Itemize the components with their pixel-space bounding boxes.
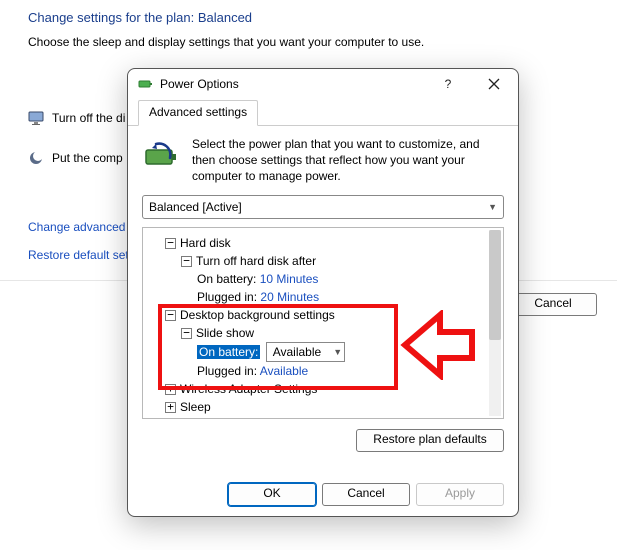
settings-tree: −Hard disk −Turn off hard disk after On … <box>142 227 504 419</box>
cancel-button[interactable]: Cancel <box>322 483 410 506</box>
tree-hd-on-battery[interactable]: On battery: 10 Minutes <box>197 270 503 288</box>
change-advanced-link[interactable]: Change advanced <box>28 220 129 234</box>
put-sleep-label: Put the comp <box>52 151 123 165</box>
turn-off-display-label: Turn off the di <box>52 111 125 125</box>
page-title: Change settings for the plan: Balanced <box>28 10 589 25</box>
help-button[interactable]: ? <box>428 70 468 98</box>
close-icon <box>488 78 500 90</box>
plan-dropdown-value: Balanced [Active] <box>149 200 242 214</box>
hd-plugged-value[interactable]: 20 Minutes <box>260 290 319 304</box>
dialog-titlebar: Power Options ? <box>128 69 518 99</box>
tree-scrollbar[interactable] <box>489 230 501 416</box>
tree-desktop-bg[interactable]: −Desktop background settings −Slide show… <box>165 306 503 380</box>
dialog-intro: Select the power plan that you want to c… <box>192 136 504 185</box>
collapse-icon[interactable]: − <box>181 256 192 267</box>
tab-bar: Advanced settings <box>128 99 518 126</box>
hd-on-battery-value[interactable]: 10 Minutes <box>260 272 319 286</box>
tree-sleep[interactable]: +Sleep <box>165 398 503 416</box>
battery-icon <box>138 76 154 92</box>
collapse-icon[interactable]: − <box>165 310 176 321</box>
background-cancel-button[interactable]: Cancel <box>509 293 597 316</box>
tree-hard-disk[interactable]: −Hard disk −Turn off hard disk after On … <box>165 234 503 306</box>
ok-button[interactable]: OK <box>228 483 316 506</box>
power-plan-icon <box>142 136 182 185</box>
ss-on-battery-combo[interactable]: Available ▼ <box>266 342 345 362</box>
collapse-icon[interactable]: − <box>181 328 192 339</box>
collapse-icon[interactable]: − <box>165 238 176 249</box>
monitor-icon <box>28 110 44 126</box>
expand-icon[interactable]: + <box>165 402 176 413</box>
tree-slideshow[interactable]: −Slide show On battery: Available ▼ <box>181 324 503 380</box>
page-subtitle: Choose the sleep and display settings th… <box>28 35 589 49</box>
moon-icon <box>28 150 44 166</box>
restore-default-link[interactable]: Restore default set <box>28 248 129 262</box>
apply-button: Apply <box>416 483 504 506</box>
chevron-down-icon: ▼ <box>488 202 497 212</box>
tab-advanced-settings[interactable]: Advanced settings <box>138 100 258 126</box>
power-options-dialog: Power Options ? Advanced settings Select… <box>127 68 519 517</box>
tree-hd-plugged[interactable]: Plugged in: 20 Minutes <box>197 288 503 306</box>
restore-plan-defaults-button[interactable]: Restore plan defaults <box>356 429 504 452</box>
scrollbar-thumb[interactable] <box>489 230 501 340</box>
ss-on-battery-value: Available <box>273 343 321 361</box>
tree-ss-on-battery[interactable]: On battery: Available ▼ <box>197 342 503 362</box>
tree-ss-plugged[interactable]: Plugged in: Available <box>197 362 503 380</box>
tree-wireless[interactable]: +Wireless Adapter Settings <box>165 380 503 398</box>
tree-usb[interactable]: +USB settings <box>165 416 503 419</box>
tree-turn-off-hd[interactable]: −Turn off hard disk after On battery: 10… <box>181 252 503 306</box>
close-button[interactable] <box>474 70 514 98</box>
chevron-down-icon: ▼ <box>333 343 342 361</box>
dialog-title: Power Options <box>160 77 422 91</box>
ss-plugged-value[interactable]: Available <box>260 364 308 378</box>
plan-dropdown[interactable]: Balanced [Active] ▼ <box>142 195 504 219</box>
expand-icon[interactable]: + <box>165 384 176 395</box>
ss-on-battery-label: On battery: <box>197 345 260 359</box>
